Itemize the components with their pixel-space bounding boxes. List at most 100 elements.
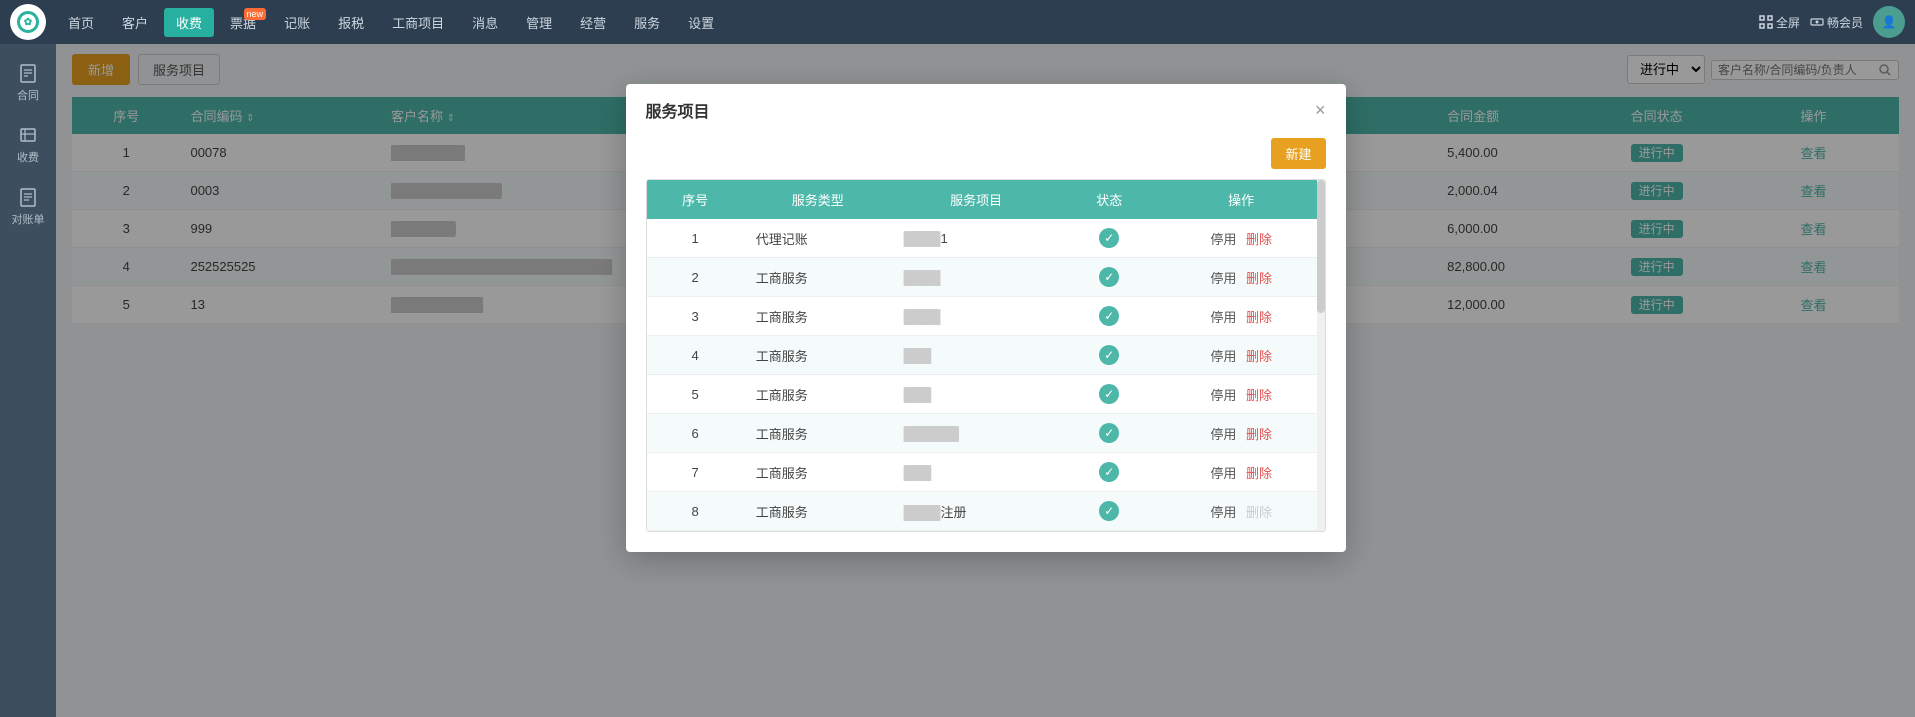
stop-button[interactable]: 停用 bbox=[1210, 427, 1236, 442]
modal-table-header: 序号 服务类型 服务项目 状态 操作 bbox=[647, 180, 1325, 219]
delete-button[interactable]: 删除 bbox=[1246, 271, 1272, 286]
list-item: 5 工商服务 ███ ✓ 停用 删除 bbox=[647, 375, 1325, 414]
user-avatar[interactable]: 👤 bbox=[1873, 6, 1905, 38]
nav-business[interactable]: 工商项目 bbox=[380, 8, 456, 37]
new-service-button[interactable]: 新建 bbox=[1271, 138, 1325, 169]
modal-cell-seq: 7 bbox=[647, 453, 744, 492]
stop-button[interactable]: 停用 bbox=[1210, 232, 1236, 247]
modal-toolbar: 新建 bbox=[646, 130, 1326, 169]
modal-col-type: 服务类型 bbox=[744, 180, 892, 219]
nav-items: 首页 客户 收费 票据 new 记账 报税 工商项目 消息 管理 经营 服务 设… bbox=[56, 8, 1759, 37]
top-navigation: ✿ 首页 客户 收费 票据 new 记账 报税 工商项目 消息 管理 经营 服务… bbox=[0, 0, 1915, 44]
modal-cell-type: 工商服务 bbox=[744, 414, 892, 453]
sidebar-item-statement[interactable]: 对账单 bbox=[2, 178, 54, 235]
app-logo[interactable]: ✿ bbox=[10, 4, 46, 40]
list-item: 4 工商服务 ███ ✓ 停用 删除 bbox=[647, 336, 1325, 375]
modal-cell-seq: 3 bbox=[647, 297, 744, 336]
sidebar-item-billing[interactable]: 收费 bbox=[2, 116, 54, 173]
modal-cell-seq: 5 bbox=[647, 375, 744, 414]
delete-button[interactable]: 删除 bbox=[1246, 466, 1272, 481]
vip-btn[interactable]: 畅会员 bbox=[1810, 14, 1863, 31]
service-items-modal: 服务项目 × 新建 序号 服务类型 服务项目 状态 操作 bbox=[626, 84, 1346, 552]
status-check-icon: ✓ bbox=[1099, 228, 1119, 248]
modal-cell-status: ✓ bbox=[1061, 297, 1158, 336]
modal-cell-type: 工商服务 bbox=[744, 375, 892, 414]
delete-button[interactable]: 删除 bbox=[1246, 310, 1272, 325]
modal-cell-seq: 8 bbox=[647, 492, 744, 531]
modal-title: 服务项目 bbox=[646, 98, 710, 122]
stop-button[interactable]: 停用 bbox=[1210, 388, 1236, 403]
modal-cell-action: 停用 删除 bbox=[1158, 336, 1325, 375]
delete-button[interactable]: 删除 bbox=[1246, 232, 1272, 247]
status-check-icon: ✓ bbox=[1099, 384, 1119, 404]
modal-col-action: 操作 bbox=[1158, 180, 1325, 219]
delete-button[interactable]: 删除 bbox=[1246, 505, 1272, 520]
status-check-icon: ✓ bbox=[1099, 306, 1119, 326]
nav-message[interactable]: 消息 bbox=[460, 8, 510, 37]
nav-billing[interactable]: 收费 bbox=[164, 8, 214, 37]
modal-table-body: 1 代理记账 ████1 ✓ 停用 删除 2 工商服务 bbox=[647, 219, 1325, 531]
modal-cell-action: 停用 删除 bbox=[1158, 297, 1325, 336]
modal-col-item: 服务项目 bbox=[892, 180, 1061, 219]
modal-cell-item: ███ bbox=[892, 336, 1061, 375]
status-check-icon: ✓ bbox=[1099, 501, 1119, 521]
scrollbar-track[interactable] bbox=[1317, 180, 1325, 531]
delete-button[interactable]: 删除 bbox=[1246, 349, 1272, 364]
modal-cell-item: ██████ bbox=[892, 414, 1061, 453]
list-item: 1 代理记账 ████1 ✓ 停用 删除 bbox=[647, 219, 1325, 258]
list-item: 6 工商服务 ██████ ✓ 停用 删除 bbox=[647, 414, 1325, 453]
modal-cell-item: ████ bbox=[892, 297, 1061, 336]
nav-home[interactable]: 首页 bbox=[56, 8, 106, 37]
modal-body: 新建 序号 服务类型 服务项目 状态 操作 bbox=[626, 130, 1346, 552]
modal-cell-item: ███ bbox=[892, 453, 1061, 492]
modal-table: 序号 服务类型 服务项目 状态 操作 1 代理记账 ████1 ✓ bbox=[647, 180, 1325, 531]
stop-button[interactable]: 停用 bbox=[1210, 505, 1236, 520]
modal-cell-action: 停用 删除 bbox=[1158, 414, 1325, 453]
list-item: 7 工商服务 ███ ✓ 停用 删除 bbox=[647, 453, 1325, 492]
modal-close-button[interactable]: × bbox=[1315, 101, 1326, 119]
delete-button[interactable]: 删除 bbox=[1246, 427, 1272, 442]
stop-button[interactable]: 停用 bbox=[1210, 349, 1236, 364]
modal-cell-item: ████注册 bbox=[892, 492, 1061, 531]
nav-customer[interactable]: 客户 bbox=[110, 8, 160, 37]
modal-cell-type: 工商服务 bbox=[744, 453, 892, 492]
nav-service[interactable]: 服务 bbox=[622, 8, 672, 37]
list-item: 3 工商服务 ████ ✓ 停用 删除 bbox=[647, 297, 1325, 336]
nav-manage[interactable]: 管理 bbox=[514, 8, 564, 37]
modal-cell-type: 工商服务 bbox=[744, 336, 892, 375]
modal-cell-status: ✓ bbox=[1061, 414, 1158, 453]
nav-invoice[interactable]: 票据 new bbox=[218, 8, 268, 37]
modal-cell-seq: 6 bbox=[647, 414, 744, 453]
nav-tax[interactable]: 报税 bbox=[326, 8, 376, 37]
modal-cell-seq: 4 bbox=[647, 336, 744, 375]
stop-button[interactable]: 停用 bbox=[1210, 466, 1236, 481]
modal-cell-type: 工商服务 bbox=[744, 492, 892, 531]
modal-cell-action: 停用 删除 bbox=[1158, 219, 1325, 258]
modal-cell-item: ███ bbox=[892, 375, 1061, 414]
modal-cell-status: ✓ bbox=[1061, 375, 1158, 414]
list-item: 2 工商服务 ████ ✓ 停用 删除 bbox=[647, 258, 1325, 297]
modal-cell-status: ✓ bbox=[1061, 219, 1158, 258]
status-check-icon: ✓ bbox=[1099, 345, 1119, 365]
modal-cell-seq: 1 bbox=[647, 219, 744, 258]
modal-cell-action: 停用 删除 bbox=[1158, 453, 1325, 492]
nav-bookkeeping[interactable]: 记账 bbox=[272, 8, 322, 37]
scrollbar-thumb[interactable] bbox=[1317, 180, 1325, 313]
stop-button[interactable]: 停用 bbox=[1210, 271, 1236, 286]
modal-cell-action: 停用 删除 bbox=[1158, 492, 1325, 531]
fullscreen-icon bbox=[1759, 15, 1773, 29]
modal-table-wrap: 序号 服务类型 服务项目 状态 操作 1 代理记账 ████1 ✓ bbox=[646, 179, 1326, 532]
modal-col-status: 状态 bbox=[1061, 180, 1158, 219]
nav-settings[interactable]: 设置 bbox=[676, 8, 726, 37]
stop-button[interactable]: 停用 bbox=[1210, 310, 1236, 325]
modal-header: 服务项目 × bbox=[626, 84, 1346, 130]
nav-operation[interactable]: 经营 bbox=[568, 8, 618, 37]
modal-cell-status: ✓ bbox=[1061, 492, 1158, 531]
fullscreen-btn[interactable]: 全屏 bbox=[1759, 14, 1800, 31]
modal-cell-status: ✓ bbox=[1061, 336, 1158, 375]
top-right-tools: 全屏 畅会员 👤 bbox=[1759, 6, 1905, 38]
modal-overlay[interactable]: 服务项目 × 新建 序号 服务类型 服务项目 状态 操作 bbox=[56, 44, 1915, 717]
sidebar-item-contract[interactable]: 合同 bbox=[2, 54, 54, 111]
billing-icon bbox=[17, 124, 39, 146]
delete-button[interactable]: 删除 bbox=[1246, 388, 1272, 403]
